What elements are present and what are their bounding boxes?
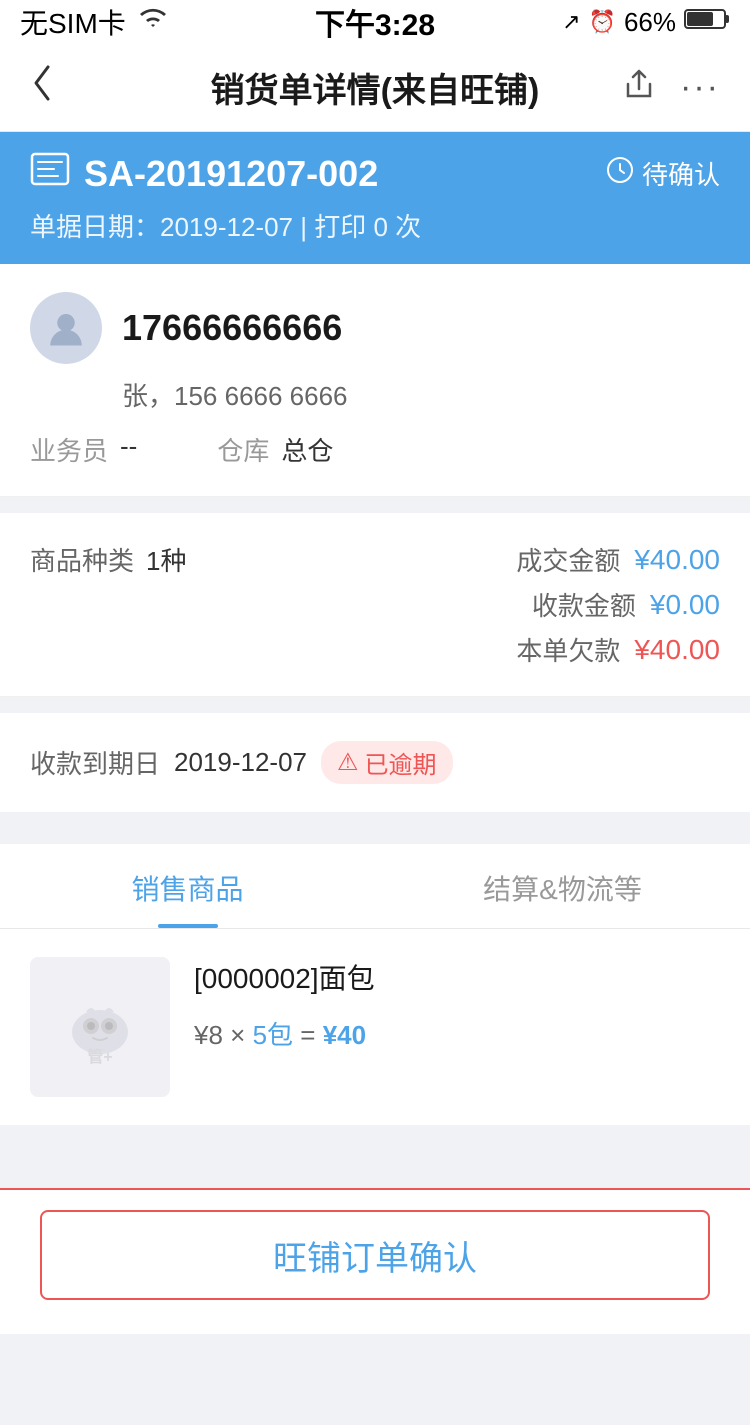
salesman-info: 业务员 -- xyxy=(30,431,137,468)
order-meta: 单据日期：2019-12-07 | 打印 0 次 xyxy=(30,207,720,244)
divider-1 xyxy=(0,497,750,513)
page-title: 销货单详情(来自旺铺) xyxy=(211,63,540,112)
back-button[interactable] xyxy=(30,63,54,113)
equals-text: = xyxy=(300,1020,322,1050)
deal-amount-value: ¥40.00 xyxy=(634,544,720,576)
salesman-label: 业务员 xyxy=(30,431,108,468)
tab-settlement[interactable]: 结算&物流等 xyxy=(375,844,750,928)
warehouse-label: 仓库 xyxy=(217,431,269,468)
tab-sales[interactable]: 销售商品 xyxy=(0,844,375,928)
receipt-amount-value: ¥0.00 xyxy=(650,589,720,621)
due-date-label: 收款到期日 xyxy=(30,744,160,781)
due-date-value: 2019-12-07 xyxy=(174,747,307,778)
summary-section: 商品种类 1种 成交金额 ¥40.00 收款金额 ¥0.00 本单欠款 ¥40.… xyxy=(0,513,750,697)
warehouse-value: 总仓 xyxy=(281,431,333,468)
customer-row: 17666666666 xyxy=(30,292,720,364)
status-clock-icon xyxy=(606,156,634,191)
deal-amount-label: 成交金额 xyxy=(516,541,620,578)
order-icon xyxy=(30,152,70,195)
warehouse-info: 仓库 总仓 xyxy=(217,431,333,468)
wifi-icon xyxy=(136,6,170,38)
customer-section: 17666666666 张，156 6666 6666 业务员 -- 仓库 总仓 xyxy=(0,264,750,497)
product-type-label: 商品种类 xyxy=(30,541,134,578)
status-right: ↗ ⏰ 66% xyxy=(562,7,730,38)
tabs-section: 销售商品 结算&物流等 xyxy=(0,844,750,929)
bottom-button-container: 旺铺订单确认 xyxy=(0,1188,750,1334)
customer-phone: 17666666666 xyxy=(122,307,342,349)
status-text: 待确认 xyxy=(642,155,720,192)
order-header: SA-20191207-002 待确认 单据日期：2019-12-07 | 打印… xyxy=(0,132,750,264)
product-type-value: 1种 xyxy=(146,541,186,578)
battery-icon xyxy=(684,7,730,38)
avatar xyxy=(30,292,102,364)
status-left: 无SIM卡 xyxy=(20,2,170,42)
amounts: 成交金额 ¥40.00 收款金额 ¥0.00 本单欠款 ¥40.00 xyxy=(516,541,720,668)
product-qty: 5包 xyxy=(253,1020,293,1050)
receipt-amount: 收款金额 ¥0.00 xyxy=(532,586,720,623)
status-time: 下午3:28 xyxy=(315,0,435,44)
receipt-amount-label: 收款金额 xyxy=(532,586,636,623)
debt-amount: 本单欠款 ¥40.00 xyxy=(516,631,720,668)
overdue-badge: ⚠ 已逾期 xyxy=(321,741,453,784)
nav-bar: 销货单详情(来自旺铺) ··· xyxy=(0,44,750,132)
overdue-text: 已逾期 xyxy=(365,745,437,780)
location-icon: ↗ xyxy=(562,9,580,35)
product-name: [0000002]面包 xyxy=(194,957,720,997)
tabs-row: 销售商品 结算&物流等 xyxy=(0,844,750,929)
divider-3 xyxy=(0,828,750,844)
carrier-text: 无SIM卡 xyxy=(20,2,126,42)
alarm-icon: ⏰ xyxy=(589,9,616,35)
product-info: [0000002]面包 ¥8 × 5包 = ¥40 xyxy=(194,957,720,1097)
customer-name: 张，156 6666 6666 xyxy=(30,376,720,413)
debt-amount-value: ¥40.00 xyxy=(634,634,720,666)
salesman-value: -- xyxy=(120,431,137,468)
summary-row: 商品种类 1种 成交金额 ¥40.00 收款金额 ¥0.00 本单欠款 ¥40.… xyxy=(30,541,720,668)
share-icon[interactable] xyxy=(622,67,656,109)
battery-text: 66% xyxy=(624,7,676,38)
overdue-icon: ⚠ xyxy=(337,748,359,777)
confirm-order-button[interactable]: 旺铺订单确认 xyxy=(40,1210,710,1300)
order-id-row: SA-20191207-002 待确认 xyxy=(30,152,720,195)
order-status: 待确认 xyxy=(606,155,720,192)
product-thumbnail: 管+ xyxy=(30,957,170,1097)
product-type: 商品种类 1种 xyxy=(30,541,186,578)
order-id: SA-20191207-002 xyxy=(30,152,378,195)
deal-amount: 成交金额 ¥40.00 xyxy=(516,541,720,578)
order-print: 打印 0 次 xyxy=(314,212,421,242)
customer-meta: 业务员 -- 仓库 总仓 xyxy=(30,431,720,468)
status-bar: 无SIM卡 下午3:28 ↗ ⏰ 66% xyxy=(0,0,750,44)
price-text: ¥8 × xyxy=(194,1020,253,1050)
debt-amount-label: 本单欠款 xyxy=(516,631,620,668)
due-section: 收款到期日 2019-12-07 ⚠ 已逾期 xyxy=(0,713,750,812)
product-section: 管+ [0000002]面包 ¥8 × 5包 = ¥40 xyxy=(0,929,750,1125)
nav-actions: ··· xyxy=(622,67,720,109)
more-icon[interactable]: ··· xyxy=(680,68,720,107)
order-date: 单据日期：2019-12-07 xyxy=(30,212,293,242)
divider-2 xyxy=(0,697,750,713)
product-price: ¥8 × 5包 = ¥40 xyxy=(194,1015,720,1052)
svg-text:管+: 管+ xyxy=(87,1047,112,1066)
product-total: ¥40 xyxy=(323,1020,366,1050)
